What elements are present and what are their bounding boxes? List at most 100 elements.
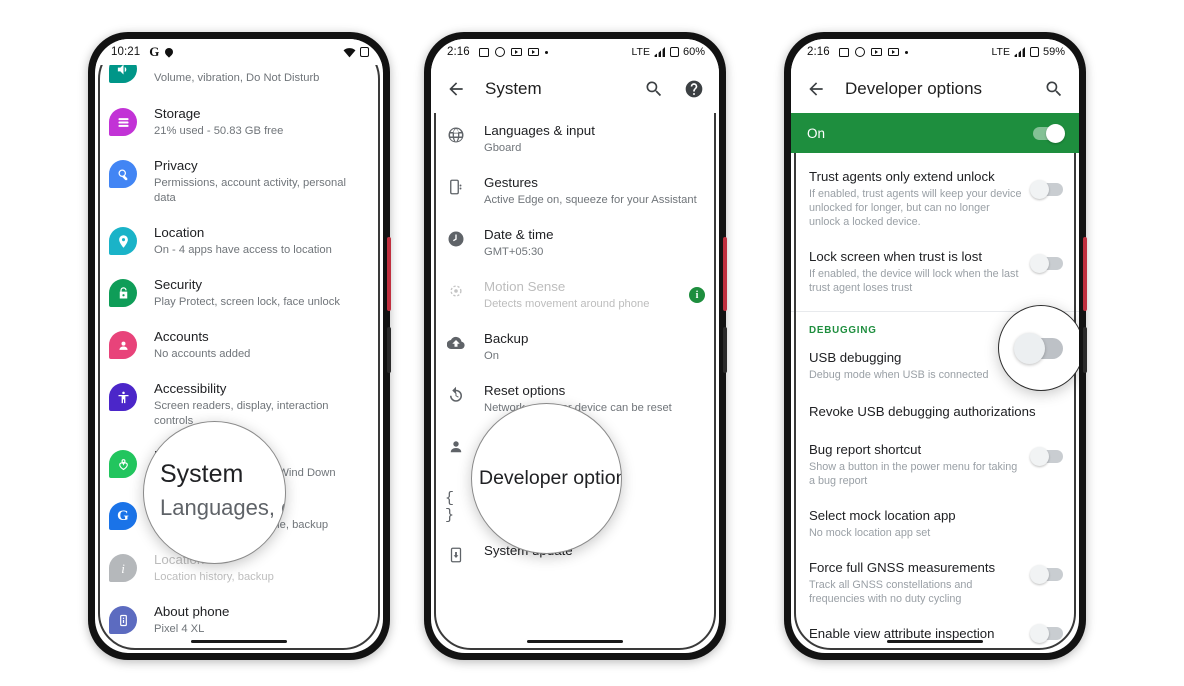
row-title: Languages & input xyxy=(484,123,595,138)
setting-select-debug-app[interactable]: Select debug app No debug application se… xyxy=(791,652,1079,653)
row-title: Privacy xyxy=(154,158,198,173)
row-subtitle: Active Edge on, squeeze for your Assista… xyxy=(484,194,697,206)
google-system-icon: G xyxy=(109,502,137,530)
toggle-switch[interactable] xyxy=(1030,624,1063,643)
magnifier-lens-system: System Languages, g xyxy=(143,421,286,564)
power-button[interactable] xyxy=(387,237,391,311)
row-subtitle: Screen readers, display, interaction con… xyxy=(154,400,329,427)
lens-content: Developer options xyxy=(479,467,621,490)
row-title: USB debugging xyxy=(809,350,902,365)
gesture-nav-pill[interactable] xyxy=(191,640,287,643)
status-left-icons: G xyxy=(149,44,176,60)
settings-row-about-phone[interactable]: About phone Pixel 4 XL xyxy=(95,594,383,646)
volume-button[interactable] xyxy=(723,327,727,373)
toggle-switch[interactable] xyxy=(1030,447,1063,466)
magnifier-lens-usb-debugging-toggle xyxy=(998,305,1079,391)
appbar-actions xyxy=(643,78,705,100)
settings-row-storage[interactable]: Storage 21% used - 50.83 GB free xyxy=(95,96,383,148)
row-text: Accessibility Screen readers, display, i… xyxy=(154,380,369,429)
battery-percent: 60% xyxy=(682,46,705,58)
back-arrow-icon[interactable] xyxy=(805,78,827,100)
setting-force-full-gnss[interactable]: Force full GNSS measurements Track all G… xyxy=(791,550,1079,616)
settings-row-accounts[interactable]: Accounts No accounts added xyxy=(95,319,383,371)
phone3-screen: 2:16 LTE 59% Developer options On Trust … xyxy=(791,39,1079,653)
developer-options-master-toggle-bar[interactable]: On xyxy=(791,113,1079,153)
volume-button[interactable] xyxy=(387,327,391,373)
row-text: Gestures Active Edge on, squeeze for you… xyxy=(484,174,697,208)
search-icon[interactable] xyxy=(1043,78,1065,100)
settings-row-security[interactable]: Security Play Protect, screen lock, face… xyxy=(95,267,383,319)
setting-bug-report-shortcut[interactable]: Bug report shortcut Show a button in the… xyxy=(791,432,1079,498)
settings-row-languages-input[interactable]: Languages & input Gboard xyxy=(431,113,719,165)
wifi-icon xyxy=(343,47,356,57)
row-subtitle: Detects movement around phone xyxy=(484,298,650,310)
whatsapp-icon xyxy=(494,47,505,57)
toggle-knob xyxy=(1030,180,1049,199)
row-title: Storage xyxy=(154,106,201,121)
row-subtitle: Permissions, account activity, personal … xyxy=(154,177,346,204)
help-icon[interactable] xyxy=(683,78,705,100)
master-toggle-label: On xyxy=(807,125,826,141)
settings-row-date-time[interactable]: Date & time GMT+05:30 xyxy=(431,217,719,269)
row-text: Revoke USB debugging authorizations xyxy=(809,404,1063,420)
row-title: Accounts xyxy=(154,329,209,344)
phone-device-3: 2:16 LTE 59% Developer options On Trust … xyxy=(784,32,1087,660)
network-label: LTE xyxy=(991,46,1010,58)
gesture-nav-pill[interactable] xyxy=(527,640,623,643)
settings-row-tips-support[interactable]: ? Tips & support Help articles, phone & … xyxy=(95,646,383,653)
toggle-switch[interactable] xyxy=(1030,254,1063,273)
network-label: LTE xyxy=(631,46,650,58)
wellbeing-heart-icon xyxy=(109,450,137,478)
row-text: Location On - 4 apps have access to loca… xyxy=(154,224,332,258)
phone-device-2: 2:16 LTE 60% System Languages & input Gb… xyxy=(424,32,727,660)
row-text: Accounts No accounts added xyxy=(154,328,250,362)
gesture-nav-pill[interactable] xyxy=(887,640,983,643)
power-button[interactable] xyxy=(723,237,727,311)
settings-row-gestures[interactable]: Gestures Active Edge on, squeeze for you… xyxy=(431,165,719,217)
row-subtitle: GMT+05:30 xyxy=(484,246,544,258)
whatsapp-icon xyxy=(854,47,865,57)
toggle-switch[interactable] xyxy=(1030,180,1063,199)
row-text: Date & time GMT+05:30 xyxy=(484,226,553,260)
search-icon[interactable] xyxy=(643,78,665,100)
more-dot-icon xyxy=(544,50,548,54)
row-title: About phone xyxy=(154,604,230,619)
back-arrow-icon[interactable] xyxy=(445,78,467,100)
phone2-screen: 2:16 LTE 60% System Languages & input Gb… xyxy=(431,39,719,653)
row-text: Select mock location app No mock locatio… xyxy=(809,508,1063,540)
row-text: Motion Sense Detects movement around pho… xyxy=(484,278,649,312)
toggle-switch[interactable] xyxy=(1030,565,1063,584)
row-subtitle: Show a button in the power menu for taki… xyxy=(809,461,1018,487)
phone1-status-bar: 10:21 G xyxy=(95,39,383,65)
setting-revoke-usb-authorizations[interactable]: Revoke USB debugging authorizations xyxy=(791,392,1079,432)
phone3-settings-list: Trust agents only extend unlock If enabl… xyxy=(791,153,1079,653)
row-subtitle: Gboard xyxy=(484,142,522,154)
row-title: Reset options xyxy=(484,383,566,398)
row-text: Languages & input Gboard xyxy=(484,122,595,156)
row-title: Trust agents only extend unlock xyxy=(809,169,995,184)
setting-lock-screen-trust-lost[interactable]: Lock screen when trust is lost If enable… xyxy=(791,239,1079,305)
setting-trust-agents-extend-unlock[interactable]: Trust agents only extend unlock If enabl… xyxy=(791,159,1079,239)
setting-enable-view-attribute-inspection[interactable]: Enable view attribute inspection xyxy=(791,616,1079,652)
row-subtitle: No mock location app set xyxy=(809,527,931,539)
screenshot-root: 10:21 G Sound Volume, vibr xyxy=(0,0,1184,686)
row-title: Lock screen when trust is lost xyxy=(809,249,982,264)
volume-button[interactable] xyxy=(1083,327,1087,373)
magnified-toggle-switch[interactable] xyxy=(1014,332,1063,364)
settings-row-location[interactable]: Location On - 4 apps have access to loca… xyxy=(95,215,383,267)
clock-icon xyxy=(445,230,467,248)
master-toggle-switch[interactable] xyxy=(1033,123,1065,143)
setting-select-mock-location-app[interactable]: Select mock location app No mock locatio… xyxy=(791,498,1079,550)
settings-row-backup[interactable]: Backup On xyxy=(431,321,719,373)
info-badge[interactable]: i xyxy=(689,287,705,303)
settings-row-privacy[interactable]: Privacy Permissions, account activity, p… xyxy=(95,148,383,215)
phone2-status-bar: 2:16 LTE 60% xyxy=(431,39,719,65)
power-button[interactable] xyxy=(1083,237,1087,311)
row-text: Trust agents only extend unlock If enabl… xyxy=(809,169,1033,229)
toggle-knob xyxy=(1014,332,1045,364)
row-subtitle: Debug mode when USB is connected xyxy=(809,369,989,381)
phone1-settings-list: Sound Volume, vibration, Do Not Disturb … xyxy=(95,52,383,653)
settings-row-motion-sense[interactable]: Motion Sense Detects movement around pho… xyxy=(431,269,719,321)
row-text: Lock screen when trust is lost If enable… xyxy=(809,249,1033,295)
row-title: Select mock location app xyxy=(809,508,956,523)
